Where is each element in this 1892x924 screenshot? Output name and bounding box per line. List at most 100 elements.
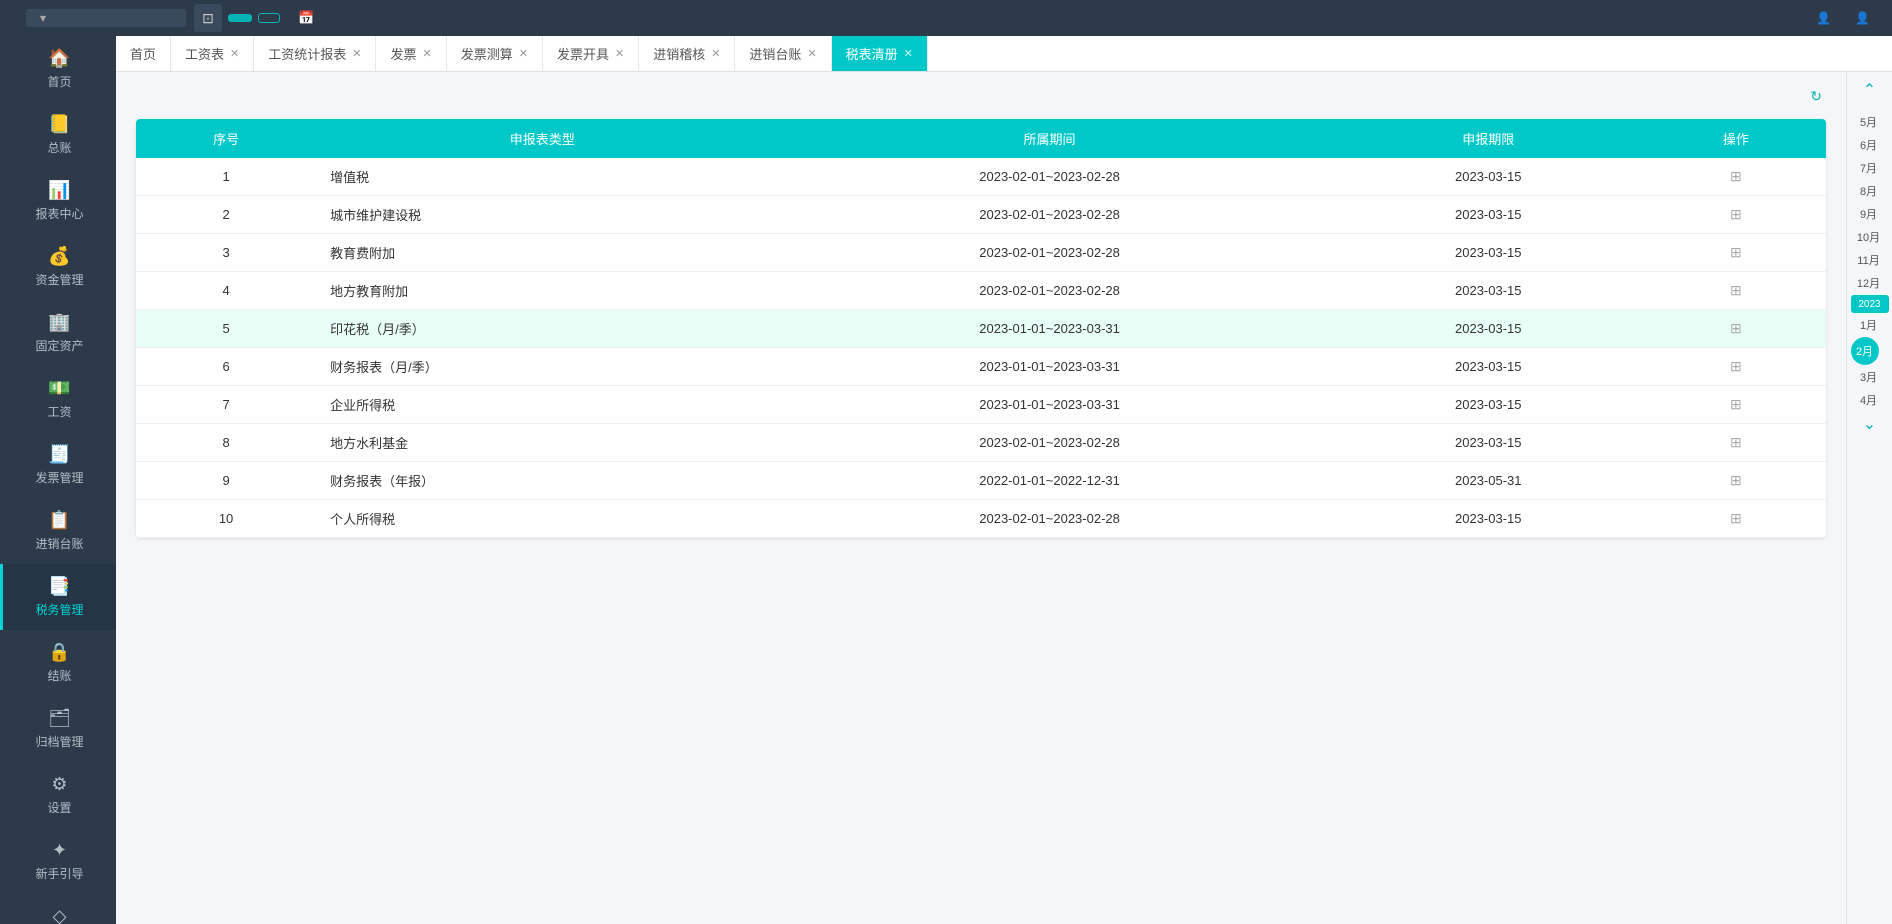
top-bar-right: 👤 👤: [1816, 11, 1882, 25]
table-row: 4 地方教育附加 2023-02-01~2023-02-28 2023-03-1…: [136, 272, 1826, 310]
cell-no: 5: [136, 310, 316, 348]
tab-label-purchase_ledger: 进销台账: [749, 44, 801, 63]
sidebar-label-invoice: 发票管理: [35, 469, 83, 486]
tab-home[interactable]: 首页: [116, 36, 171, 72]
cell-type: 地方水利基金: [316, 424, 768, 462]
cell-type: 财务报表（月/季）: [316, 348, 768, 386]
sidebar-item-invoice[interactable]: 🧾发票管理: [0, 432, 116, 498]
switch-version-button[interactable]: [258, 13, 280, 23]
table-row: 8 地方水利基金 2023-02-01~2023-02-28 2023-03-1…: [136, 424, 1826, 462]
action-icon-8[interactable]: ⊞: [1730, 434, 1742, 450]
month-item-1月[interactable]: 1月: [1851, 314, 1887, 336]
refresh-button[interactable]: ↻: [1810, 88, 1826, 105]
tab-close-invoice_open[interactable]: ✕: [615, 47, 624, 60]
month-item-10月[interactable]: 10月: [1851, 226, 1887, 248]
panel-scroll-down[interactable]: ⌄: [1861, 412, 1878, 436]
sidebar-item-asset[interactable]: 🏢 固定资产: [0, 300, 116, 366]
tab-close-salary_stat[interactable]: ✕: [352, 47, 361, 60]
sidebar-item-report[interactable]: 📊报表中心: [0, 168, 116, 234]
cell-period: 2023-01-01~2023-03-31: [768, 386, 1330, 424]
sidebar-item-member[interactable]: ◇畅会员: [0, 894, 116, 924]
sidebar-item-settings[interactable]: ⚙设置: [0, 762, 116, 828]
action-icon-1[interactable]: ⊞: [1730, 168, 1742, 184]
copy-icon[interactable]: ⊡: [194, 4, 222, 32]
sidebar-label-ledger: 总账: [47, 139, 71, 156]
cell-deadline: 2023-03-15: [1331, 310, 1646, 348]
sidebar-item-salary[interactable]: 💵工资: [0, 366, 116, 432]
tab-invoice_calc[interactable]: 发票测算✕: [447, 36, 543, 72]
cell-action: ⊞: [1646, 348, 1826, 386]
sidebar-label-close: 结账: [47, 667, 71, 684]
tab-close-purchase_check[interactable]: ✕: [711, 47, 720, 60]
cell-period: 2022-01-01~2022-12-31: [768, 462, 1330, 500]
action-icon-5[interactable]: ⊞: [1730, 320, 1742, 336]
sidebar-item-tax[interactable]: 📑税务管理: [0, 564, 116, 630]
cell-action: ⊞: [1646, 196, 1826, 234]
month-item-9月[interactable]: 9月: [1851, 203, 1887, 225]
cell-deadline: 2023-05-31: [1331, 462, 1646, 500]
action-icon-6[interactable]: ⊞: [1730, 358, 1742, 374]
action-icon-7[interactable]: ⊞: [1730, 396, 1742, 412]
month-item-8月[interactable]: 8月: [1851, 180, 1887, 202]
tab-close-invoice[interactable]: ✕: [423, 47, 432, 60]
tab-label-invoice_open: 发票开具: [557, 44, 609, 63]
cell-no: 4: [136, 272, 316, 310]
month-item-6月[interactable]: 6月: [1851, 134, 1887, 156]
sidebar-item-purchase[interactable]: 📋进销台账: [0, 498, 116, 564]
company-selector[interactable]: ▾: [26, 9, 186, 27]
tab-invoice[interactable]: 发票 ✕: [376, 36, 446, 72]
sidebar-icon-asset: 🏢: [48, 312, 70, 333]
cell-deadline: 2023-03-15: [1331, 234, 1646, 272]
tab-close-invoice_calc[interactable]: ✕: [519, 47, 528, 60]
cell-action: ⊞: [1646, 500, 1826, 538]
sidebar-item-close[interactable]: 🔒 结账: [0, 630, 116, 696]
month-item-7月[interactable]: 7月: [1851, 157, 1887, 179]
month-item-3月[interactable]: 3月: [1851, 366, 1887, 388]
sidebar-icon-archive: 🗂: [48, 708, 71, 729]
tab-close-purchase_ledger[interactable]: ✕: [807, 47, 816, 60]
month-item-2月[interactable]: 2月: [1851, 337, 1879, 365]
sidebar-item-archive[interactable]: 🗂归档管理: [0, 696, 116, 762]
main-layout: 🏠首页📒总账📊报表中心💰资金管理🏢固定资产💵工资🧾发票管理📋进销台账📑税务管理🔒…: [0, 36, 1892, 924]
tab-tax_register[interactable]: 税表清册✕: [832, 36, 928, 72]
workspace-button[interactable]: [228, 14, 252, 22]
sidebar-item-fund[interactable]: 💰资金管理: [0, 234, 116, 300]
tab-salary_stat[interactable]: 工资统计报表✕: [254, 36, 376, 72]
month-item-11月[interactable]: 11月: [1851, 249, 1887, 271]
tab-bar: 首页工资表✕工资统计报表✕发票✕发票测算✕发票开具✕进销稽核✕进销台账✕税表清册…: [116, 36, 1892, 72]
sidebar-item-ledger[interactable]: 📒总账: [0, 102, 116, 168]
sidebar-icon-close: 🔒: [48, 642, 70, 663]
month-item-12月[interactable]: 12月: [1851, 272, 1887, 294]
cell-action: ⊞: [1646, 234, 1826, 272]
cell-deadline: 2023-03-15: [1331, 272, 1646, 310]
col-type: 申报表类型: [316, 119, 768, 158]
col-action: 操作: [1646, 119, 1826, 158]
table-row: 5 印花税（月/季） 2023-01-01~2023-03-31 2023-03…: [136, 310, 1826, 348]
cell-type: 教育费附加: [316, 234, 768, 272]
sidebar-label-asset: 固定资产: [35, 337, 83, 354]
tab-salary_table[interactable]: 工资表✕: [171, 36, 254, 72]
tab-label-invoice: 发票: [390, 44, 416, 63]
action-icon-4[interactable]: ⊞: [1730, 282, 1742, 298]
action-icon-2[interactable]: ⊞: [1730, 206, 1742, 222]
month-item-5月[interactable]: 5月: [1851, 111, 1887, 133]
tab-purchase_ledger[interactable]: 进销台账 ✕: [735, 36, 831, 72]
action-icon-3[interactable]: ⊞: [1730, 244, 1742, 260]
year-marker: 2023: [1851, 295, 1889, 313]
page-content: ↻ 序号 申报表类型 所属期间 申报期限 操作: [116, 72, 1846, 924]
action-icon-10[interactable]: ⊞: [1730, 510, 1742, 526]
month-item-4月[interactable]: 4月: [1851, 389, 1887, 411]
calendar-icon[interactable]: 📅: [298, 10, 314, 26]
tab-close-salary_table[interactable]: ✕: [230, 47, 239, 60]
cell-type: 地方教育附加: [316, 272, 768, 310]
tab-purchase_check[interactable]: 进销稽核✕: [639, 36, 735, 72]
tab-invoice_open[interactable]: 发票开具 ✕: [543, 36, 639, 72]
panel-scroll-up[interactable]: ⌃: [1861, 78, 1878, 102]
tab-close-tax_register[interactable]: ✕: [904, 47, 913, 60]
action-icon-9[interactable]: ⊞: [1730, 472, 1742, 488]
cell-type: 城市维护建设税: [316, 196, 768, 234]
sidebar-item-guide[interactable]: ✦新手引导: [0, 828, 116, 894]
refresh-icon: ↻: [1810, 88, 1822, 105]
cell-deadline: 2023-03-15: [1331, 348, 1646, 386]
sidebar-item-home[interactable]: 🏠首页: [0, 36, 116, 102]
